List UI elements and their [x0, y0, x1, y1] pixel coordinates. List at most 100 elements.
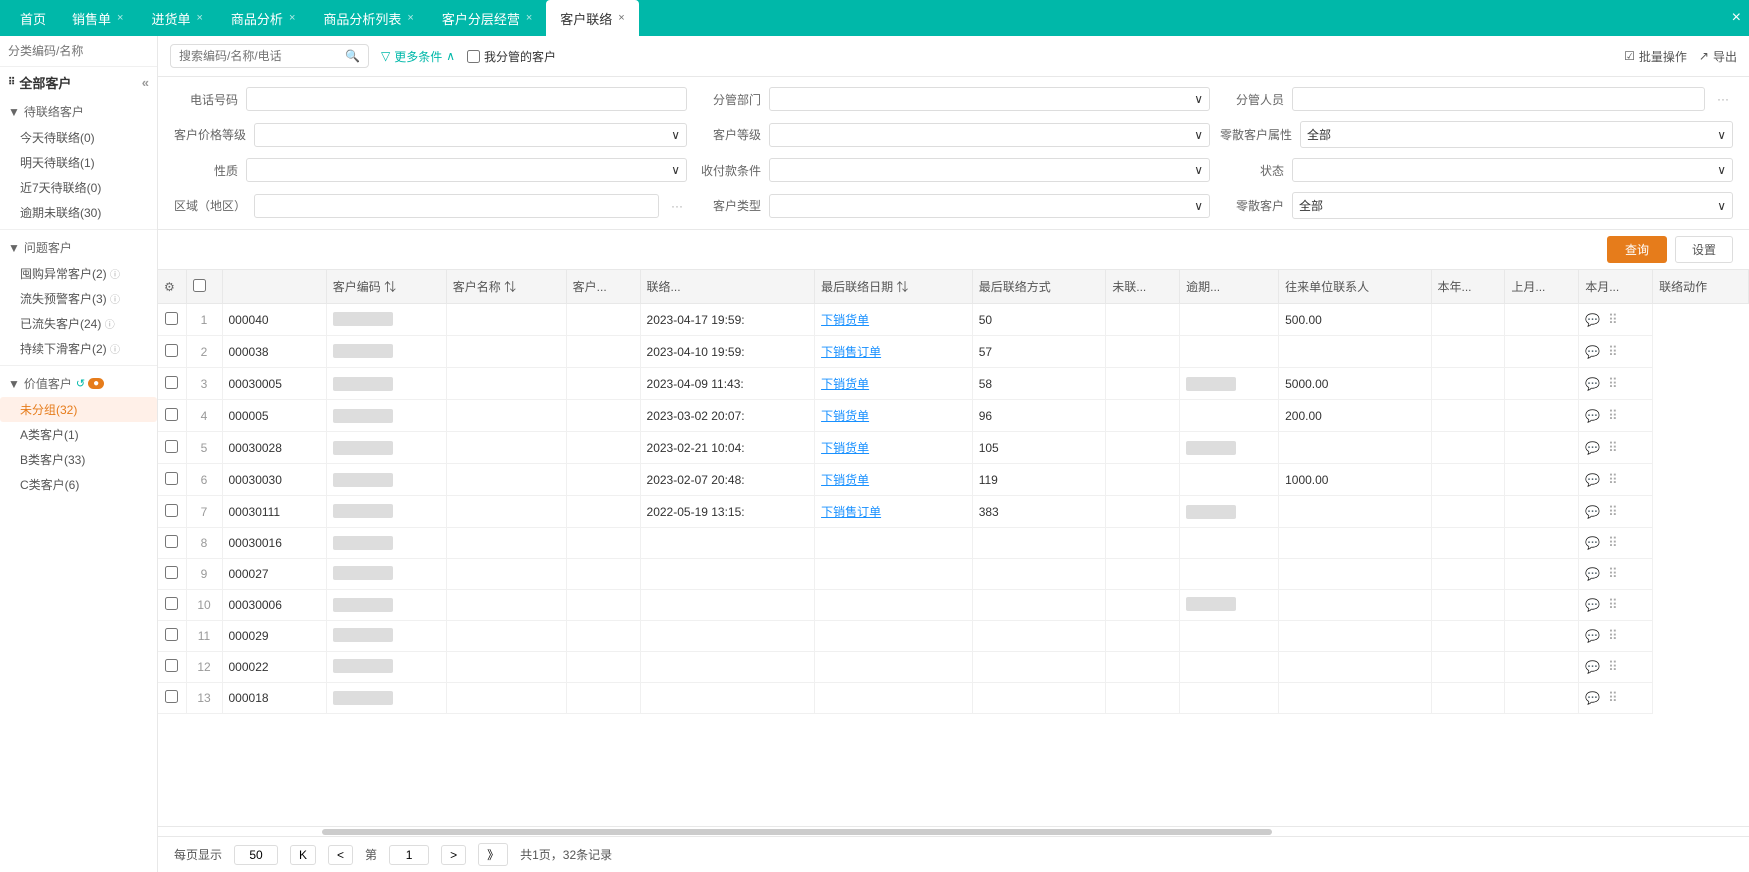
grid-action-icon[interactable]: ⠿: [1608, 597, 1618, 613]
sidebar-item-b-class[interactable]: B类客户(33): [0, 447, 157, 472]
tab-purchase[interactable]: 进货单 ×: [137, 0, 216, 36]
grid-action-icon[interactable]: ⠿: [1608, 472, 1618, 488]
chat-icon[interactable]: 💬: [1585, 598, 1600, 612]
my-customers-checkbox[interactable]: [467, 50, 480, 63]
grid-action-icon[interactable]: ⠿: [1608, 312, 1618, 328]
row-checkbox[interactable]: [165, 312, 178, 325]
chat-icon[interactable]: 💬: [1585, 629, 1600, 643]
nature-select[interactable]: ∨: [246, 158, 687, 182]
tab-customer-contact[interactable]: 客户联络 ×: [546, 0, 638, 36]
grid-action-icon[interactable]: ⠿: [1608, 690, 1618, 706]
row-checkbox[interactable]: [165, 344, 178, 357]
grid-action-icon[interactable]: ⠿: [1608, 566, 1618, 582]
sidebar-item-decline[interactable]: 持续下滑客户(2) ⓘ: [0, 336, 157, 361]
manager-input[interactable]: [1292, 87, 1705, 111]
col-name-header[interactable]: 客户名称 ⇅: [446, 270, 566, 304]
close-customer-ops-tab[interactable]: ×: [526, 12, 532, 24]
chat-icon[interactable]: 💬: [1585, 567, 1600, 581]
col-code-header[interactable]: 客户编码 ⇅: [326, 270, 446, 304]
sidebar-item-7days[interactable]: 近7天待联络(0): [0, 175, 157, 200]
close-customer-contact-tab[interactable]: ×: [618, 12, 624, 24]
sidebar-item-hoard[interactable]: 囤购异常客户(2) ⓘ: [0, 261, 157, 286]
check-all[interactable]: [193, 279, 206, 292]
payment-select[interactable]: ∨: [769, 158, 1210, 182]
tab-sales[interactable]: 销售单 ×: [58, 0, 137, 36]
grid-action-icon[interactable]: ⠿: [1608, 376, 1618, 392]
close-product-list-tab[interactable]: ×: [407, 12, 413, 24]
close-all-tabs[interactable]: ×: [1732, 9, 1741, 27]
batch-op-btn[interactable]: ☑ 批量操作: [1624, 48, 1687, 65]
grid-action-icon[interactable]: ⠿: [1608, 344, 1618, 360]
region-more-icon[interactable]: ···: [667, 199, 687, 213]
sidebar-group-problem[interactable]: ▼ 问题客户: [0, 234, 157, 261]
close-product-analysis-tab[interactable]: ×: [289, 12, 295, 24]
chat-icon[interactable]: 💬: [1585, 505, 1600, 519]
h-scrollbar[interactable]: [158, 826, 1749, 836]
row-checkbox[interactable]: [165, 472, 178, 485]
chat-icon[interactable]: 💬: [1585, 345, 1600, 359]
row-checkbox[interactable]: [165, 566, 178, 579]
row-checkbox[interactable]: [165, 376, 178, 389]
status-select[interactable]: ∨: [1292, 158, 1733, 182]
sidebar-collapse-btn[interactable]: «: [142, 75, 149, 90]
grid-action-icon[interactable]: ⠿: [1608, 659, 1618, 675]
tab-product-analysis[interactable]: 商品分析 ×: [217, 0, 309, 36]
close-purchase-tab[interactable]: ×: [196, 12, 202, 24]
scattered-attr-select[interactable]: 全部 ∨: [1300, 121, 1733, 148]
manager-more-icon[interactable]: ···: [1713, 92, 1733, 106]
region-input[interactable]: [254, 194, 659, 218]
refresh-icon[interactable]: ↺: [76, 377, 85, 390]
chat-icon[interactable]: 💬: [1585, 536, 1600, 550]
row-checkbox[interactable]: [165, 440, 178, 453]
next-page-btn[interactable]: >: [441, 845, 466, 865]
sidebar-all-customers[interactable]: ⠿ 全部客户 «: [0, 67, 157, 98]
sidebar-item-c-class[interactable]: C类客户(6): [0, 472, 157, 497]
query-button[interactable]: 查询: [1607, 236, 1667, 263]
phone-input[interactable]: [246, 87, 687, 111]
sidebar-item-churned[interactable]: 已流失客户(24) ⓘ: [0, 311, 157, 336]
sidebar-item-today[interactable]: 今天待联络(0): [0, 125, 157, 150]
last-page-btn[interactable]: 》: [478, 843, 508, 866]
grid-action-icon[interactable]: ⠿: [1608, 440, 1618, 456]
grid-action-icon[interactable]: ⠿: [1608, 628, 1618, 644]
per-page-input[interactable]: [234, 845, 278, 865]
page-num-input[interactable]: [389, 845, 429, 865]
scattered-customer-select[interactable]: 全部 ∨: [1292, 192, 1733, 219]
sidebar-item-ungrouped[interactable]: 未分组(32): [0, 397, 157, 422]
export-btn[interactable]: ↗ 导出: [1699, 48, 1737, 65]
close-sales-tab[interactable]: ×: [117, 12, 123, 24]
grid-action-icon[interactable]: ⠿: [1608, 408, 1618, 424]
chat-icon[interactable]: 💬: [1585, 377, 1600, 391]
row-checkbox[interactable]: [165, 408, 178, 421]
sidebar-item-churn-warn[interactable]: 流失预警客户(3) ⓘ: [0, 286, 157, 311]
price-level-select[interactable]: ∨: [254, 123, 687, 147]
customer-type-select[interactable]: ∨: [769, 194, 1210, 218]
sidebar-group-value[interactable]: ▼ 价值客户 ↺ ●: [0, 370, 157, 397]
tab-home[interactable]: 首页: [8, 9, 58, 28]
row-checkbox[interactable]: [165, 504, 178, 517]
reset-button[interactable]: 设置: [1675, 236, 1733, 263]
sidebar-item-overdue[interactable]: 逾期未联络(30): [0, 200, 157, 225]
row-checkbox[interactable]: [165, 690, 178, 703]
col-check-all[interactable]: [186, 270, 222, 304]
chat-icon[interactable]: 💬: [1585, 441, 1600, 455]
chat-icon[interactable]: 💬: [1585, 473, 1600, 487]
prev-page-btn[interactable]: <: [328, 845, 353, 865]
grid-action-icon[interactable]: ⠿: [1608, 535, 1618, 551]
sidebar-item-a-class[interactable]: A类客户(1): [0, 422, 157, 447]
row-checkbox[interactable]: [165, 659, 178, 672]
search-input[interactable]: [179, 49, 339, 63]
more-conditions-btn[interactable]: ▽ 更多条件 ∧: [381, 48, 455, 65]
grid-action-icon[interactable]: ⠿: [1608, 504, 1618, 520]
row-checkbox[interactable]: [165, 535, 178, 548]
chat-icon[interactable]: 💬: [1585, 409, 1600, 423]
row-checkbox[interactable]: [165, 597, 178, 610]
col-lastdate-header[interactable]: 最后联络日期 ⇅: [815, 270, 973, 304]
chat-icon[interactable]: 💬: [1585, 660, 1600, 674]
search-icon[interactable]: 🔍: [345, 49, 360, 63]
sidebar-group-pending[interactable]: ▼ 待联络客户: [0, 98, 157, 125]
row-checkbox[interactable]: [165, 628, 178, 641]
department-select[interactable]: ∨: [769, 87, 1210, 111]
chat-icon[interactable]: 💬: [1585, 691, 1600, 705]
tab-product-analysis-list[interactable]: 商品分析列表 ×: [309, 0, 427, 36]
